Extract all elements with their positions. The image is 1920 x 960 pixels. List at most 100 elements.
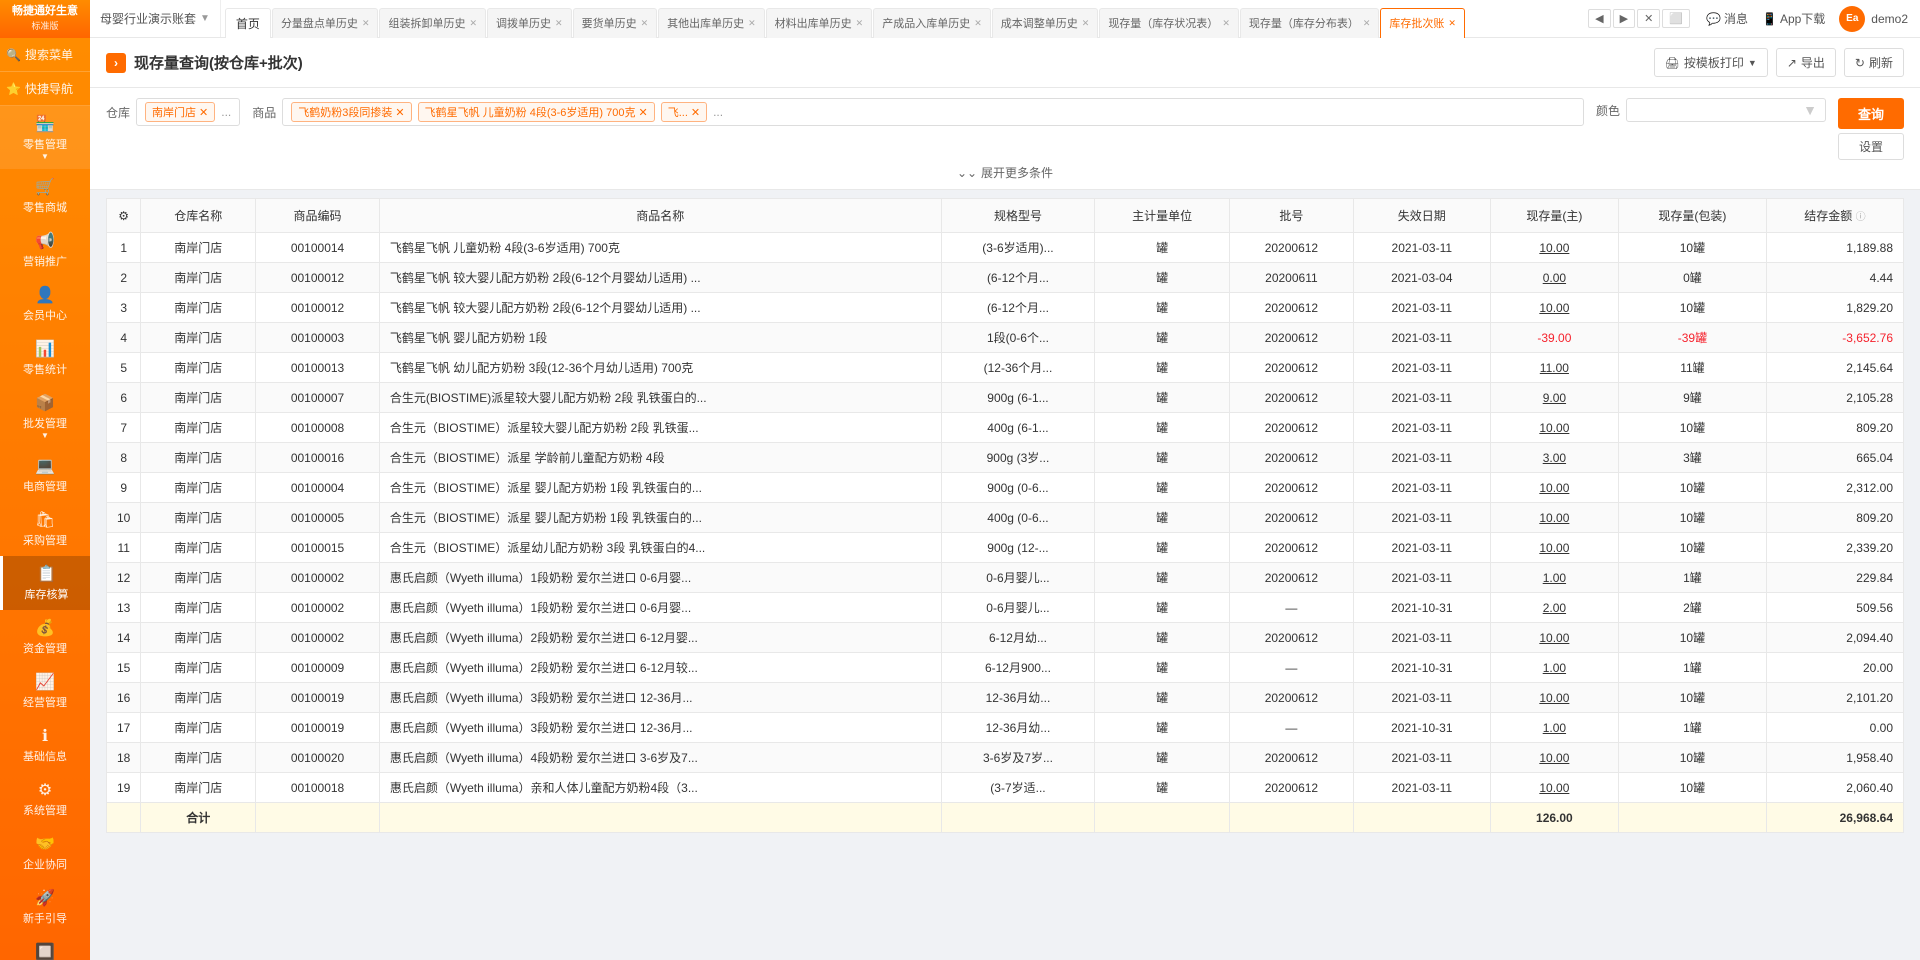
app-download-button[interactable]: 📱 App下载	[1762, 10, 1825, 27]
guide-icon: 🚀	[35, 888, 55, 908]
table-cell[interactable]: 10.00	[1490, 413, 1618, 443]
remove-goods-more-icon[interactable]: ✕	[691, 106, 700, 119]
table-cell: 罐	[1095, 293, 1230, 323]
close-icon[interactable]: ✕	[1082, 18, 1090, 29]
table-cell[interactable]: 10.00	[1490, 293, 1618, 323]
close-icon[interactable]: ✕	[641, 18, 649, 29]
close-icon[interactable]: ✕	[1222, 18, 1230, 29]
table-cell: 南岸门店	[141, 323, 256, 353]
remove-goods-tag-1-icon[interactable]: ✕	[395, 106, 404, 119]
goods-filter-box[interactable]: 飞鹤奶粉3段同掺装 ✕ 飞鹤星飞帆 儿童奶粉 4段(3-6岁适用) 700克 ✕…	[282, 98, 1584, 126]
table-cell[interactable]: 10.00	[1490, 773, 1618, 803]
table-cell[interactable]: 10.00	[1490, 233, 1618, 263]
table-cell: 2,145.64	[1766, 353, 1903, 383]
expand-more-button[interactable]: ⌄⌄ 展开更多条件	[106, 160, 1904, 185]
sidebar-item-retail-stats[interactable]: 📊 零售统计	[0, 331, 90, 385]
close-icon[interactable]: ✕	[748, 18, 756, 29]
remove-warehouse-tag-icon[interactable]: ✕	[199, 106, 208, 119]
goods-more-dots[interactable]: ...	[713, 105, 723, 119]
nav-tab-other-out[interactable]: 其他出库单历史✕	[658, 8, 765, 38]
table-cell[interactable]: 0.00	[1490, 263, 1618, 293]
query-button[interactable]: 查询	[1838, 98, 1904, 129]
table-cell[interactable]: 10.00	[1490, 533, 1618, 563]
sidebar-item-retail-mgmt[interactable]: 🏪 零售管理 ▼	[0, 106, 90, 169]
nav-tab-assembly[interactable]: 组装拆卸单历史✕	[379, 8, 486, 38]
sidebar-item-wholesale[interactable]: 📦 批发管理 ▼	[0, 385, 90, 448]
table-cell: 00100005	[256, 503, 380, 533]
nav-tab-product-in[interactable]: 产成品入库单历史✕	[873, 8, 991, 38]
amount-info-icon[interactable]: ⓘ	[1856, 212, 1866, 223]
close-icon[interactable]: ✕	[974, 18, 982, 29]
sidebar-item-operations[interactable]: 📈 经营管理	[0, 664, 90, 718]
sidebar-item-guide[interactable]: 🚀 新手引导	[0, 880, 90, 934]
nav-tab-transfer[interactable]: 调拨单历史✕	[487, 8, 572, 38]
sidebar-item-app-center[interactable]: 🔲 应用中心	[0, 934, 90, 960]
sidebar-item-member[interactable]: 👤 会员中心	[0, 277, 90, 331]
nav-tab-purchase-order[interactable]: 要货单历史✕	[573, 8, 658, 38]
sidebar-search[interactable]: 🔍 搜索菜单	[0, 38, 90, 72]
table-cell[interactable]: 1.00	[1490, 713, 1618, 743]
sidebar-item-retail-shop[interactable]: 🛒 零售商城	[0, 169, 90, 223]
nav-tab-inventory-check[interactable]: 分量盘点单历史✕	[272, 8, 379, 38]
tab-next-button[interactable]: ▶	[1613, 9, 1635, 28]
tab-prev-button[interactable]: ◀	[1588, 9, 1610, 28]
nav-tab-inventory-dist[interactable]: 现存量（库存分布表）✕	[1240, 8, 1380, 38]
table-cell[interactable]: 9.00	[1490, 383, 1618, 413]
table-cell: 00100007	[256, 383, 380, 413]
appstore-icon: 🔲	[35, 942, 55, 960]
sidebar-item-inventory[interactable]: 📋 库存核算	[0, 556, 90, 610]
settings-column-header[interactable]: ⚙	[107, 199, 141, 233]
close-icon[interactable]: ✕	[469, 18, 477, 29]
sidebar-item-marketing[interactable]: 📢 营销推广	[0, 223, 90, 277]
user-avatar-button[interactable]: Ea demo2	[1839, 6, 1908, 32]
sidebar-quick-nav[interactable]: ⭐ 快捷导航	[0, 72, 90, 106]
nav-tab-batch-account[interactable]: 库存批次账✕	[1380, 8, 1465, 38]
table-cell[interactable]: 10.00	[1490, 503, 1618, 533]
inventory-table: ⚙ 仓库名称 商品编码 商品名称 规格型号 主计量单位 批号 失效日期 现存量(…	[106, 198, 1904, 833]
refresh-button[interactable]: ↻ 刷新	[1844, 48, 1904, 77]
table-cell[interactable]: 2.00	[1490, 593, 1618, 623]
color-filter-box[interactable]: ▼	[1626, 98, 1826, 122]
table-cell: 1罐	[1618, 563, 1766, 593]
sidebar-item-collab[interactable]: 🤝 企业协同	[0, 826, 90, 880]
remove-goods-tag-2-icon[interactable]: ✕	[638, 106, 647, 119]
warehouse-more-icon[interactable]: ...	[221, 105, 231, 119]
breadcrumb[interactable]: 母婴行业演示账套 ▼	[90, 0, 221, 37]
close-icon[interactable]: ✕	[856, 18, 864, 29]
sidebar-item-basic-info[interactable]: ℹ 基础信息	[0, 718, 90, 772]
sidebar-item-finance[interactable]: 💰 资金管理	[0, 610, 90, 664]
table-cell[interactable]: -39.00	[1490, 323, 1618, 353]
sidebar-item-system[interactable]: ⚙ 系统管理	[0, 772, 90, 826]
sidebar-item-ecommerce[interactable]: 💻 电商管理	[0, 448, 90, 502]
nav-tab-material-out[interactable]: 材料出库单历史✕	[766, 8, 873, 38]
close-icon[interactable]: ✕	[1363, 18, 1371, 29]
nav-tab-cost-adjust[interactable]: 成本调整单历史✕	[992, 8, 1099, 38]
export-button[interactable]: ↗ 导出	[1776, 48, 1836, 77]
table-cell: 飞鹤星飞帆 较大婴儿配方奶粉 2段(6-12个月婴幼儿适用) ...	[379, 293, 941, 323]
print-button[interactable]: 🖨 按模板打印 ▼	[1654, 48, 1768, 77]
table-cell[interactable]: 1.00	[1490, 653, 1618, 683]
close-icon-active[interactable]: ✕	[1448, 18, 1456, 29]
table-cell[interactable]: 10.00	[1490, 683, 1618, 713]
nav-tab-home[interactable]: 首页	[225, 8, 271, 38]
table-cell[interactable]: 10.00	[1490, 743, 1618, 773]
close-icon[interactable]: ✕	[362, 18, 370, 29]
nav-tab-inventory-status[interactable]: 现存量（库存状况表）✕	[1099, 8, 1239, 38]
tab-restore-button[interactable]: ⬜	[1662, 9, 1690, 28]
export-icon: ↗	[1787, 56, 1797, 70]
table-cell: 飞鹤星飞帆 幼儿配方奶粉 3段(12-36个月幼儿适用) 700克	[379, 353, 941, 383]
table-cell: 2,105.28	[1766, 383, 1903, 413]
table-cell[interactable]: 1.00	[1490, 563, 1618, 593]
message-button[interactable]: 💬 消息	[1706, 10, 1748, 27]
table-cell[interactable]: 11.00	[1490, 353, 1618, 383]
tab-close-button[interactable]: ✕	[1637, 9, 1660, 28]
table-cell[interactable]: 10.00	[1490, 623, 1618, 653]
table-cell: 00100013	[256, 353, 380, 383]
table-cell[interactable]: 10.00	[1490, 473, 1618, 503]
warehouse-filter-box[interactable]: 南岸门店 ✕ ...	[136, 98, 240, 126]
table-cell[interactable]: 3.00	[1490, 443, 1618, 473]
sidebar-toggle-button[interactable]: ›	[106, 53, 126, 73]
settings-button[interactable]: 设置	[1838, 133, 1904, 160]
close-icon[interactable]: ✕	[555, 18, 563, 29]
sidebar-item-purchase[interactable]: 🛍 采购管理	[0, 502, 90, 556]
